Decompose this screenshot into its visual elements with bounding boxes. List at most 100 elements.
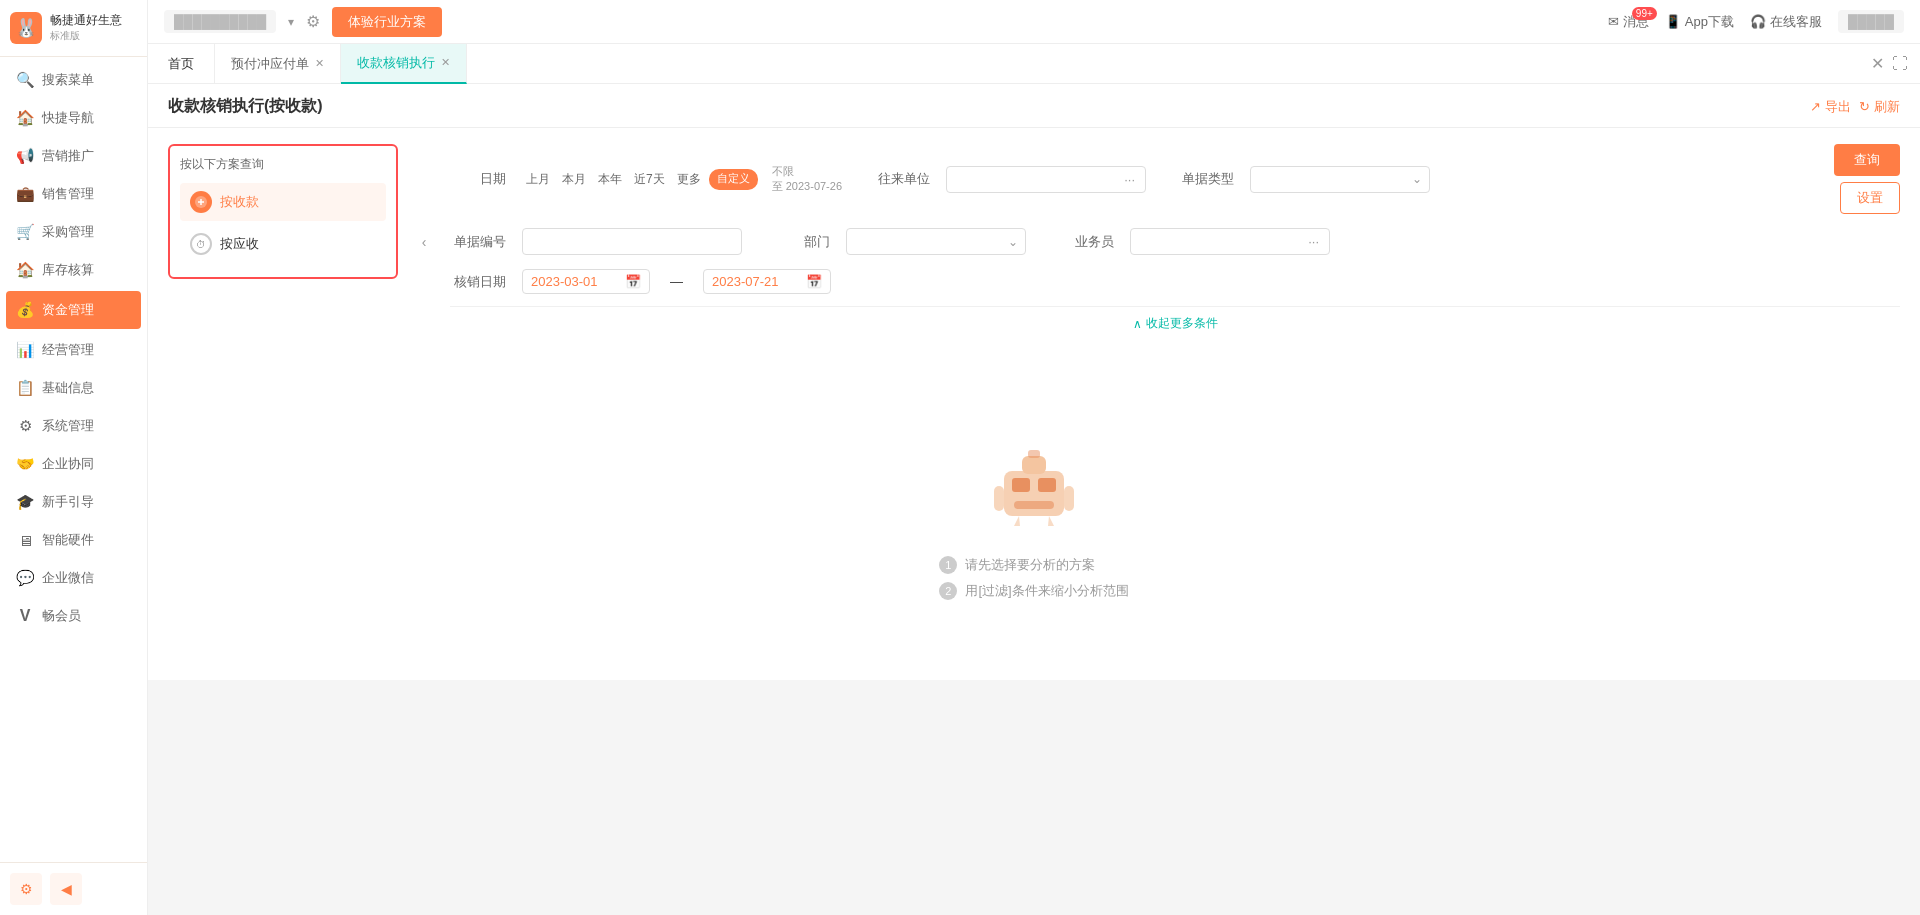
date-opt-more[interactable]: 更多 [673, 169, 705, 190]
sidebar-item-quicknav[interactable]: 🏠 快捷导航 [0, 99, 147, 137]
sidebar-item-finance[interactable]: 💰 资金管理 [6, 291, 141, 329]
filter-collapse-btn[interactable]: ‹ [414, 144, 434, 340]
staff-dots-icon[interactable]: ··· [1308, 234, 1319, 249]
search-icon: 🔍 [16, 71, 34, 89]
calendar-start-icon[interactable]: 📅 [625, 274, 641, 289]
member-icon: V [16, 607, 34, 625]
expand-btn[interactable]: ⛶ [1892, 55, 1908, 73]
dept-select[interactable] [846, 228, 1026, 255]
staff-input[interactable] [1141, 234, 1304, 249]
svg-rect-7 [994, 486, 1004, 511]
sidebar-item-label: 快捷导航 [42, 109, 94, 127]
close-tab-btn[interactable]: ✕ [1871, 54, 1884, 73]
calendar-end-icon[interactable]: 📅 [806, 274, 822, 289]
tab-prepay-close[interactable]: ✕ [315, 57, 324, 70]
app-download-button[interactable]: 📱 App下载 [1665, 13, 1734, 31]
verify-date-label: 核销日期 [450, 273, 506, 291]
date-range-dash: — [670, 274, 683, 289]
date-opt-thisyear[interactable]: 本年 [594, 169, 626, 190]
empty-state: 1 请先选择要分析的方案 2 用[过滤]条件来缩小分析范围 [148, 356, 1920, 680]
sidebar-item-label: 销售管理 [42, 185, 94, 203]
date-opt-custom[interactable]: 自定义 [709, 169, 758, 190]
tab-verify-close[interactable]: ✕ [441, 56, 450, 69]
verify-date-start-wrap: 2023-03-01 📅 [522, 269, 650, 294]
tab-verify[interactable]: 收款核销执行 ✕ [341, 44, 467, 84]
date-to-label: 至 2023-07-26 [772, 179, 842, 194]
topbar-dropdown-icon[interactable]: ▾ [288, 15, 294, 29]
sidebar-item-label: 采购管理 [42, 223, 94, 241]
sidebar-item-marketing[interactable]: 📢 营销推广 [0, 137, 147, 175]
hint-text-2: 用[过滤]条件来缩小分析范围 [965, 582, 1128, 600]
export-button[interactable]: ↗ 导出 [1810, 98, 1851, 116]
sidebar-item-guide[interactable]: 🎓 新手引导 [0, 483, 147, 521]
sidebar-item-inventory[interactable]: 🏠 库存核算 [0, 251, 147, 289]
collapse-more-btn[interactable]: ∧ 收起更多条件 [450, 306, 1900, 340]
settings-bottom-btn[interactable]: ⚙ [10, 873, 42, 905]
sidebar-item-management[interactable]: 📊 经营管理 [0, 331, 147, 369]
refresh-button[interactable]: ↻ 刷新 [1859, 98, 1900, 116]
date-opt-7days[interactable]: 近7天 [630, 169, 669, 190]
message-badge: 99+ [1632, 7, 1657, 20]
sidebar-item-label: 资金管理 [42, 301, 94, 319]
svg-rect-8 [1064, 486, 1074, 511]
svg-rect-5 [1022, 456, 1046, 474]
main-area: ██████████ ▾ ⚙ 体验行业方案 ✉ 消息 99+ 📱 App下载 🎧… [148, 0, 1920, 915]
hint-num-1: 1 [939, 556, 957, 574]
solution-button[interactable]: 体验行业方案 [332, 7, 442, 37]
verify-date-start-input[interactable]: 2023-03-01 [531, 274, 621, 289]
settings-button[interactable]: 设置 [1840, 182, 1900, 214]
service-icon: 🎧 [1750, 14, 1766, 29]
sidebar-item-purchase[interactable]: 🛒 采购管理 [0, 213, 147, 251]
svg-rect-1 [1004, 471, 1064, 516]
quicknav-icon: 🏠 [16, 109, 34, 127]
app-icon: 📱 [1665, 14, 1681, 29]
content-area: 收款核销执行(按收款) ↗ 导出 ↻ 刷新 按以下方案查询 [148, 84, 1920, 915]
receipt-option-label: 按收款 [220, 193, 259, 211]
topbar-gear-icon[interactable]: ⚙ [306, 12, 320, 31]
sidebar-item-search[interactable]: 🔍 搜索菜单 [0, 61, 147, 99]
date-nolimit: 不限 [772, 164, 842, 179]
docno-label: 单据编号 [450, 233, 506, 251]
hint-text-1: 请先选择要分析的方案 [965, 556, 1095, 574]
query-button[interactable]: 查询 [1834, 144, 1900, 176]
dept-select-wrap [846, 228, 1026, 255]
app-label: App下载 [1685, 13, 1734, 31]
sidebar-item-hardware[interactable]: 🖥 智能硬件 [0, 521, 147, 559]
date-label: 日期 [450, 170, 506, 188]
page-header-actions: ↗ 导出 ↻ 刷新 [1810, 98, 1900, 116]
verify-date-end-input[interactable]: 2023-07-21 [712, 274, 802, 289]
filter-actions: 查询 设置 [1834, 144, 1900, 214]
sidebar-item-member[interactable]: V 畅会员 [0, 597, 147, 635]
sidebar-item-system[interactable]: ⚙ 系统管理 [0, 407, 147, 445]
collab-icon: 🤝 [16, 455, 34, 473]
hardware-icon: 🖥 [16, 531, 34, 549]
dept-label: 部门 [774, 233, 830, 251]
partner-input[interactable] [957, 172, 1120, 187]
sidebar-item-sales[interactable]: 💼 销售管理 [0, 175, 147, 213]
sidebar-item-wechat[interactable]: 💬 企业微信 [0, 559, 147, 597]
date-opt-thismonth[interactable]: 本月 [558, 169, 590, 190]
tab-prepay[interactable]: 预付冲应付单 ✕ [215, 44, 341, 84]
docno-input[interactable] [522, 228, 742, 255]
filter-option-by-receipt[interactable]: 按收款 [180, 183, 386, 221]
filter-box-title: 按以下方案查询 [180, 156, 386, 173]
management-icon: 📊 [16, 341, 34, 359]
tab-home[interactable]: 首页 [148, 44, 215, 84]
sales-icon: 💼 [16, 185, 34, 203]
sidebar-item-baseinfo[interactable]: 📋 基础信息 [0, 369, 147, 407]
date-opt-lastmonth[interactable]: 上月 [522, 169, 554, 190]
topbar: ██████████ ▾ ⚙ 体验行业方案 ✉ 消息 99+ 📱 App下载 🎧… [148, 0, 1920, 44]
sidebar-item-collab[interactable]: 🤝 企业协同 [0, 445, 147, 483]
online-service-button[interactable]: 🎧 在线客服 [1750, 13, 1822, 31]
sidebar-item-label: 系统管理 [42, 417, 94, 435]
message-button[interactable]: ✉ 消息 99+ [1608, 13, 1649, 31]
purchase-icon: 🛒 [16, 223, 34, 241]
partner-dots-icon[interactable]: ··· [1124, 172, 1135, 187]
filter-rows: 日期 上月 本月 本年 近7天 更多 自定义 不限 [450, 144, 1900, 294]
user-menu[interactable]: █████ [1838, 10, 1904, 33]
collapse-sidebar-btn[interactable]: ◀ [50, 873, 82, 905]
doctype-select[interactable] [1250, 166, 1430, 193]
empty-hint-2: 2 用[过滤]条件来缩小分析范围 [939, 582, 1128, 600]
filter-fields: 日期 上月 本月 本年 近7天 更多 自定义 不限 [450, 144, 1900, 340]
filter-option-by-receivable[interactable]: ⏱ 按应收 [180, 225, 386, 263]
